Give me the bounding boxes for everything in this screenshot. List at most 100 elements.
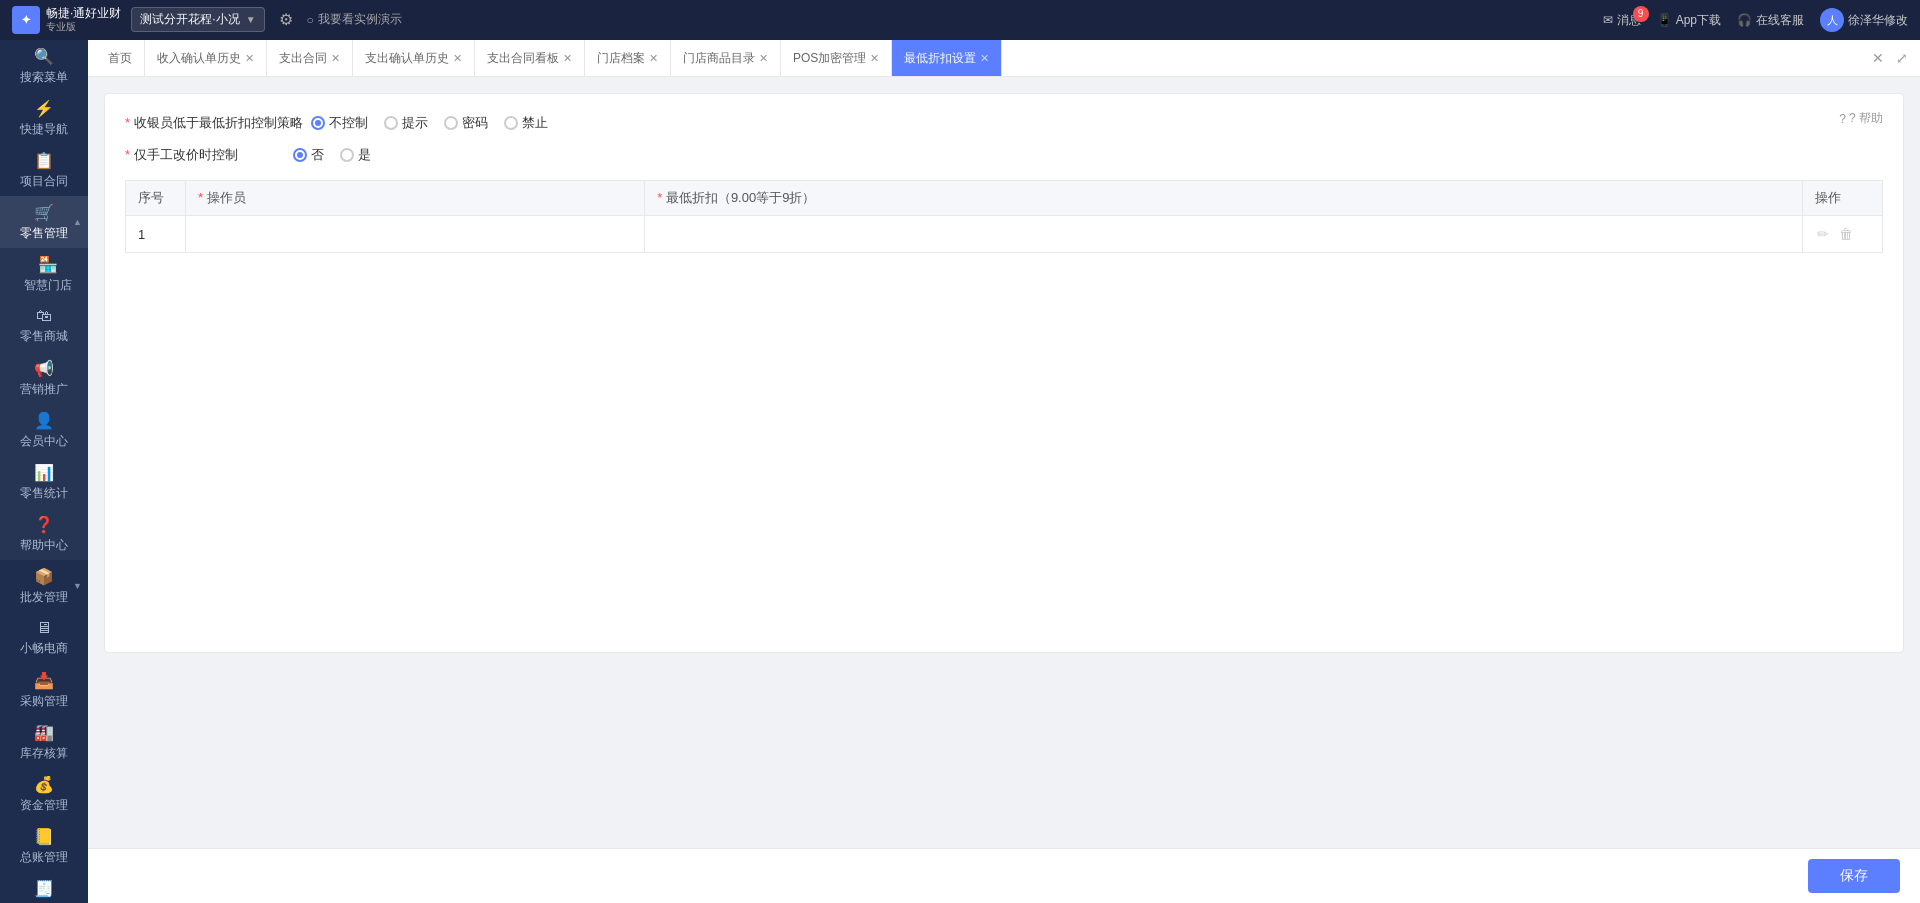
ecommerce-icon: 🖥 bbox=[36, 619, 52, 637]
edit-row-button[interactable]: ✏ bbox=[1815, 224, 1831, 244]
content-area: 首页 收入确认单历史 ✕ 支出合同 ✕ 支出确认单历史 ✕ 支出合同看板 ✕ 门… bbox=[88, 40, 1920, 903]
shortcut-icon: ⚡ bbox=[34, 99, 54, 118]
tab-home[interactable]: 首页 bbox=[96, 40, 145, 76]
page-footer: 保存 bbox=[88, 848, 1920, 903]
sidebar-item-retail-stat[interactable]: 📊 零售统计 bbox=[0, 456, 88, 508]
user-area[interactable]: 人 徐泽华修改 bbox=[1820, 8, 1908, 32]
tab-pos-password-close[interactable]: ✕ bbox=[870, 52, 879, 65]
logo-area: ✦ 畅捷·通好业财 专业版 bbox=[12, 6, 121, 34]
message-icon: ✉ bbox=[1603, 13, 1613, 27]
tab-payment-confirm[interactable]: 支出确认单历史 ✕ bbox=[353, 40, 475, 76]
sidebar-label-help: 帮助中心 bbox=[20, 537, 68, 554]
table-row: 1 ✏ 🗑 bbox=[126, 216, 1883, 253]
tab-store-file-close[interactable]: ✕ bbox=[649, 52, 658, 65]
sidebar-item-ledger[interactable]: 📒 总账管理 bbox=[0, 820, 88, 872]
sidebar-label-retail-mall: 零售商城 bbox=[20, 328, 68, 345]
sidebar-item-shortcut[interactable]: ⚡ 快捷导航 bbox=[0, 92, 88, 144]
tab-expand-button[interactable]: ⤢ bbox=[1892, 46, 1912, 70]
sidebar-item-finance[interactable]: 💰 资金管理 bbox=[0, 768, 88, 820]
strategy-radio-group: 不控制 提示 密码 禁 bbox=[311, 114, 548, 132]
tab-payment-kanban[interactable]: 支出合同看板 ✕ bbox=[475, 40, 585, 76]
cell-discount[interactable] bbox=[645, 216, 1803, 253]
radio-yes-label: 是 bbox=[358, 146, 371, 164]
help-link-label: ? 帮助 bbox=[1849, 110, 1883, 127]
tab-payment-kanban-label: 支出合同看板 bbox=[487, 50, 559, 67]
sidebar-label-contract: 项目合同 bbox=[20, 173, 68, 190]
header-right: ✉ 消息 9 📱 App下载 🎧 在线客服 人 徐泽华修改 bbox=[1603, 8, 1908, 32]
settings-icon[interactable]: ⚙ bbox=[275, 6, 297, 33]
sidebar-item-help[interactable]: ❓ 帮助中心 bbox=[0, 508, 88, 560]
tab-income-confirm[interactable]: 收入确认单历史 ✕ bbox=[145, 40, 267, 76]
page-content: ? ? 帮助 * 收银员低于最低折扣控制策略 不 bbox=[88, 77, 1920, 903]
purchase-icon: 📥 bbox=[34, 671, 54, 690]
project-name: 测试分开花程·小况 bbox=[140, 11, 239, 28]
message-button[interactable]: ✉ 消息 9 bbox=[1603, 12, 1641, 29]
data-table: 序号 * 操作员 * 最低折扣（9.00等于9折） 操作 bbox=[125, 180, 1883, 253]
tab-payment-contract[interactable]: 支出合同 ✕ bbox=[267, 40, 353, 76]
sidebar-item-marketing[interactable]: 📢 营销推广 bbox=[0, 352, 88, 404]
sidebar-item-batch[interactable]: 📦 批发管理 ▼ bbox=[0, 560, 88, 612]
retail-stat-icon: 📊 bbox=[34, 463, 54, 482]
contract-icon: 📋 bbox=[34, 151, 54, 170]
tab-payment-contract-close[interactable]: ✕ bbox=[331, 52, 340, 65]
radio-no-circle bbox=[293, 148, 307, 162]
tab-min-discount[interactable]: 最低折扣设置 ✕ bbox=[892, 40, 1002, 76]
cell-operator[interactable] bbox=[186, 216, 645, 253]
sidebar-item-purchase[interactable]: 📥 采购管理 bbox=[0, 664, 88, 716]
demo-link[interactable]: ○ 我要看实例演示 bbox=[307, 11, 402, 28]
online-support-button[interactable]: 🎧 在线客服 bbox=[1737, 12, 1804, 29]
tab-home-label: 首页 bbox=[108, 50, 132, 67]
sidebar-label-shortcut: 快捷导航 bbox=[20, 121, 68, 138]
radio-no-control[interactable]: 不控制 bbox=[311, 114, 368, 132]
sidebar-item-search[interactable]: 🔍 搜索菜单 bbox=[0, 40, 88, 92]
retail-mall-icon: 🛍 bbox=[36, 307, 52, 325]
radio-remind[interactable]: 提示 bbox=[384, 114, 428, 132]
tab-store-goods[interactable]: 门店商品目录 ✕ bbox=[671, 40, 781, 76]
sidebar-label-ledger: 总账管理 bbox=[20, 849, 68, 866]
sidebar-item-member[interactable]: 👤 会员中心 bbox=[0, 404, 88, 456]
save-button[interactable]: 保存 bbox=[1808, 859, 1900, 893]
delete-row-button[interactable]: 🗑 bbox=[1837, 224, 1855, 244]
discount-required-star: * bbox=[657, 190, 666, 205]
tab-store-goods-close[interactable]: ✕ bbox=[759, 52, 768, 65]
sidebar-item-retail-mall[interactable]: 🛍 零售商城 bbox=[0, 300, 88, 352]
sidebar-label-search: 搜索菜单 bbox=[20, 69, 68, 86]
sidebar-item-contract[interactable]: 📋 项目合同 bbox=[0, 144, 88, 196]
tab-bar-actions: ✕ ⤢ bbox=[1868, 46, 1912, 70]
tab-payment-confirm-close[interactable]: ✕ bbox=[453, 52, 462, 65]
required-star: * bbox=[125, 115, 134, 130]
tab-pos-password[interactable]: POS加密管理 ✕ bbox=[781, 40, 892, 76]
tab-min-discount-close[interactable]: ✕ bbox=[980, 52, 989, 65]
sidebar-label-purchase: 采购管理 bbox=[20, 693, 68, 710]
tab-income-confirm-close[interactable]: ✕ bbox=[245, 52, 254, 65]
strategy-label-text: 收银员低于最低折扣控制策略 bbox=[134, 115, 303, 130]
sidebar-label-marketing: 营销推广 bbox=[20, 381, 68, 398]
smart-store-icon: 🏪 bbox=[38, 255, 58, 274]
cell-action: ✏ 🗑 bbox=[1803, 216, 1883, 253]
sidebar-item-ecommerce[interactable]: 🖥 小畅电商 bbox=[0, 612, 88, 664]
online-support-label: 在线客服 bbox=[1756, 12, 1804, 29]
tab-store-file-label: 门店档案 bbox=[597, 50, 645, 67]
required-star-2: * bbox=[125, 147, 134, 162]
radio-no[interactable]: 否 bbox=[293, 146, 324, 164]
message-badge: 9 bbox=[1633, 6, 1649, 22]
tab-close-all-button[interactable]: ✕ bbox=[1868, 46, 1888, 70]
tab-bar: 首页 收入确认单历史 ✕ 支出合同 ✕ 支出确认单历史 ✕ 支出合同看板 ✕ 门… bbox=[88, 40, 1920, 77]
operator-required-star: * bbox=[198, 190, 207, 205]
radio-yes[interactable]: 是 bbox=[340, 146, 371, 164]
help-link[interactable]: ? ? 帮助 bbox=[1839, 110, 1883, 127]
project-selector[interactable]: 测试分开花程·小况 ▼ bbox=[131, 7, 264, 32]
radio-yes-circle bbox=[340, 148, 354, 162]
radio-password[interactable]: 密码 bbox=[444, 114, 488, 132]
sidebar-item-smart-store[interactable]: 🏪 智慧门店 bbox=[0, 248, 88, 300]
sidebar-item-retail[interactable]: 🛒 零售管理 ▲ bbox=[0, 196, 88, 248]
tab-payment-kanban-close[interactable]: ✕ bbox=[563, 52, 572, 65]
radio-remind-circle bbox=[384, 116, 398, 130]
sidebar-item-inventory[interactable]: 🏭 库存核算 bbox=[0, 716, 88, 768]
tab-income-confirm-label: 收入确认单历史 bbox=[157, 50, 241, 67]
logo-text: 畅捷·通好业财 专业版 bbox=[46, 6, 121, 34]
tab-store-file[interactable]: 门店档案 ✕ bbox=[585, 40, 671, 76]
app-download-button[interactable]: 📱 App下载 bbox=[1657, 12, 1721, 29]
sidebar-item-invoice[interactable]: 🧾 发票管理 bbox=[0, 872, 88, 903]
radio-forbid[interactable]: 禁止 bbox=[504, 114, 548, 132]
